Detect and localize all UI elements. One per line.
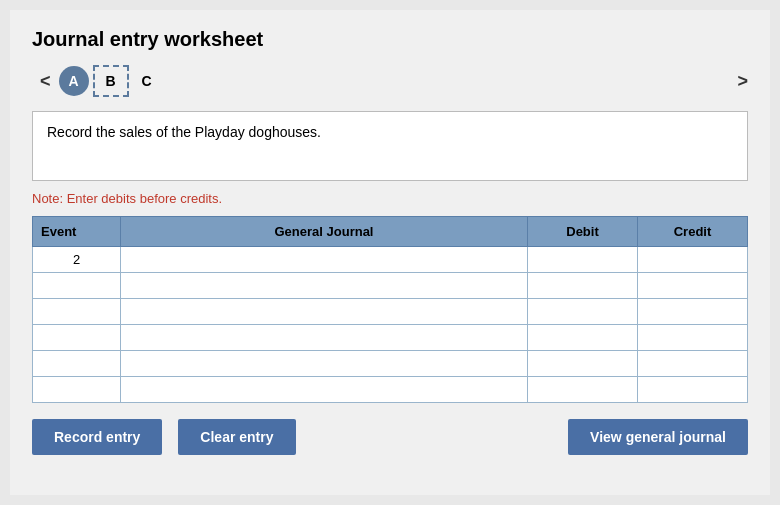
tab-a[interactable]: A <box>59 66 89 96</box>
col-header-credit: Credit <box>638 217 748 247</box>
table-row <box>33 377 748 403</box>
cell-event[interactable] <box>33 351 121 377</box>
cell-journal[interactable] <box>121 273 528 299</box>
cell-journal[interactable] <box>121 351 528 377</box>
table-row <box>33 299 748 325</box>
main-container: Journal entry worksheet < A B C > Record… <box>10 10 770 495</box>
tab-c[interactable]: C <box>129 65 165 97</box>
cell-journal[interactable] <box>121 299 528 325</box>
cell-credit[interactable] <box>638 325 748 351</box>
nav-right-button[interactable]: > <box>737 71 748 92</box>
record-entry-button[interactable]: Record entry <box>32 419 162 455</box>
col-header-journal: General Journal <box>121 217 528 247</box>
table-row <box>33 351 748 377</box>
nav-left-button[interactable]: < <box>32 68 59 94</box>
tab-b[interactable]: B <box>93 65 129 97</box>
cell-event[interactable]: 2 <box>33 247 121 273</box>
cell-credit[interactable] <box>638 377 748 403</box>
cell-credit[interactable] <box>638 273 748 299</box>
cell-event[interactable] <box>33 273 121 299</box>
cell-event[interactable] <box>33 299 121 325</box>
col-header-debit: Debit <box>528 217 638 247</box>
cell-debit[interactable] <box>528 351 638 377</box>
note-text: Note: Enter debits before credits. <box>32 191 748 206</box>
col-header-event: Event <box>33 217 121 247</box>
page-title: Journal entry worksheet <box>32 28 748 51</box>
tab-bar: < A B C > <box>32 65 748 97</box>
cell-journal[interactable] <box>121 377 528 403</box>
cell-journal[interactable] <box>121 247 528 273</box>
button-row: Record entry Clear entry View general jo… <box>32 419 748 455</box>
cell-debit[interactable] <box>528 247 638 273</box>
table-row <box>33 273 748 299</box>
table-row <box>33 325 748 351</box>
cell-event[interactable] <box>33 325 121 351</box>
cell-debit[interactable] <box>528 377 638 403</box>
table-row: 2 <box>33 247 748 273</box>
cell-credit[interactable] <box>638 247 748 273</box>
cell-debit[interactable] <box>528 299 638 325</box>
journal-table: Event General Journal Debit Credit 2 <box>32 216 748 403</box>
cell-debit[interactable] <box>528 273 638 299</box>
cell-credit[interactable] <box>638 299 748 325</box>
cell-journal[interactable] <box>121 325 528 351</box>
description-text: Record the sales of the Playday doghouse… <box>47 124 321 140</box>
cell-debit[interactable] <box>528 325 638 351</box>
view-general-journal-button[interactable]: View general journal <box>568 419 748 455</box>
clear-entry-button[interactable]: Clear entry <box>178 419 295 455</box>
cell-event[interactable] <box>33 377 121 403</box>
description-box: Record the sales of the Playday doghouse… <box>32 111 748 181</box>
cell-credit[interactable] <box>638 351 748 377</box>
